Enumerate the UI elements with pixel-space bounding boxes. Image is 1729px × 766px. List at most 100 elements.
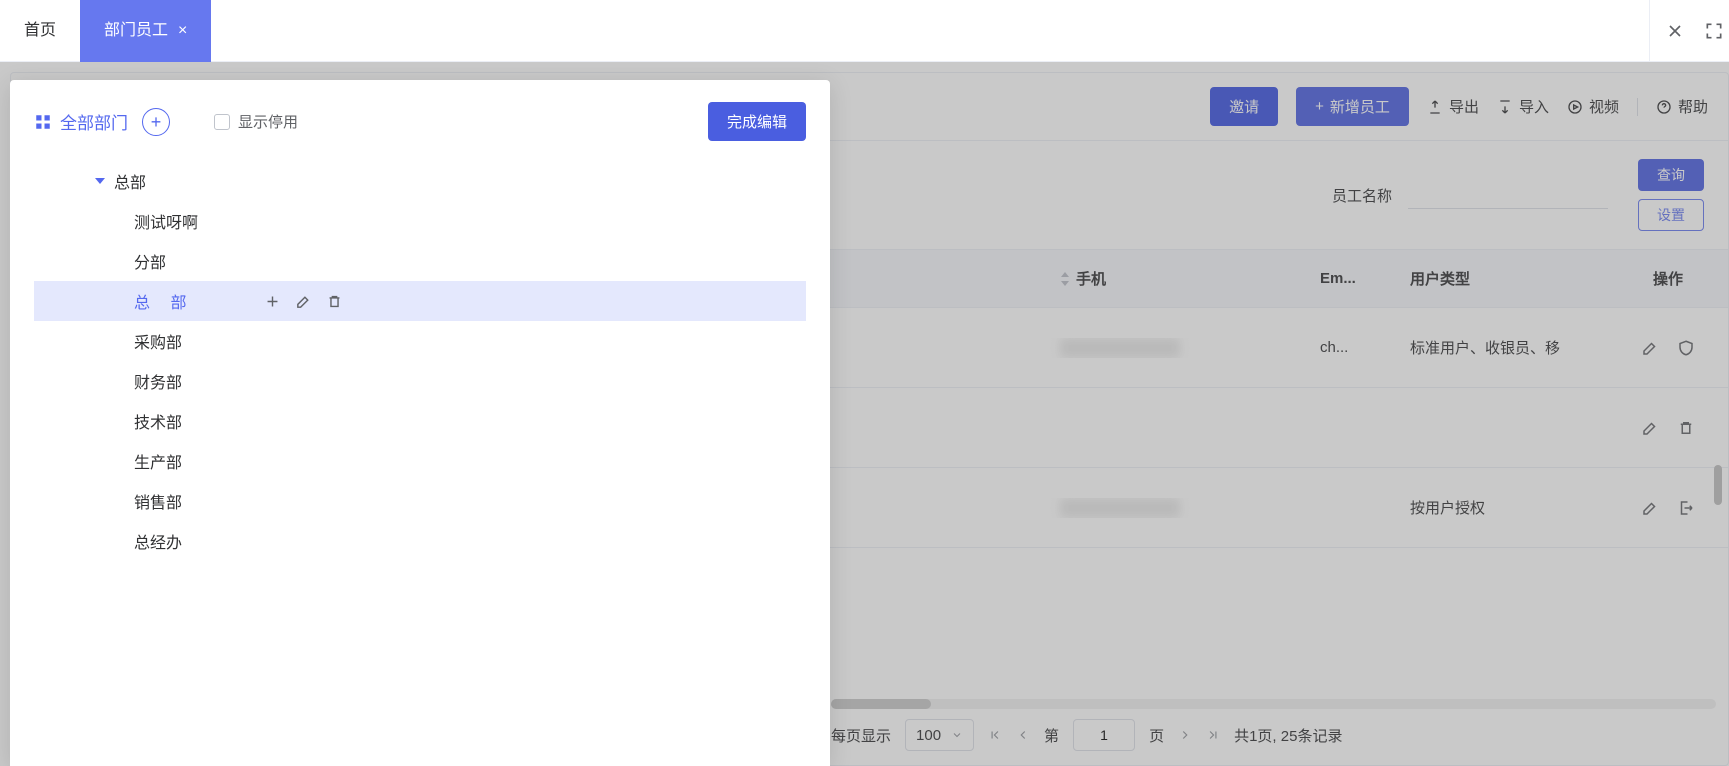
- add-employee-button[interactable]: + 新增员工: [1296, 87, 1409, 126]
- add-employee-label: 新增员工: [1330, 96, 1390, 117]
- shield-icon[interactable]: [1677, 339, 1695, 357]
- tree-node-label: 总经办: [134, 529, 182, 553]
- next-page-icon[interactable]: [1178, 728, 1192, 742]
- tree-node[interactable]: 分部: [34, 241, 806, 281]
- tabs-bar: 首页 部门员工 ×: [0, 0, 1729, 62]
- import-icon: [1497, 99, 1513, 115]
- tree-node[interactable]: 生产部: [34, 441, 806, 481]
- sort-icon: [1060, 272, 1070, 286]
- divider: [1637, 98, 1638, 116]
- col-user-type-label: 用户类型: [1410, 268, 1470, 289]
- col-email-label: Em...: [1320, 270, 1356, 287]
- grid-icon: [34, 113, 52, 131]
- tree-node-label: 测试呀啊: [134, 209, 198, 233]
- all-departments-button[interactable]: 全部部门: [34, 109, 128, 134]
- page-word-before: 第: [1044, 725, 1059, 746]
- edit-icon[interactable]: [1641, 499, 1659, 517]
- trash-icon[interactable]: [326, 293, 343, 310]
- tree-node[interactable]: 总经办: [34, 521, 806, 561]
- dept-tree-modal: 全部部门 + 显示停用 完成编辑 总部 测试呀啊分部总 部采购部财务部技术部生产…: [10, 80, 830, 766]
- tree-node[interactable]: 销售部: [34, 481, 806, 521]
- tab-dept-employee[interactable]: 部门员工 ×: [80, 0, 211, 62]
- import-button[interactable]: 导入: [1497, 96, 1549, 117]
- col-user-type[interactable]: 用户类型: [1398, 268, 1608, 289]
- plus-icon: +: [1315, 98, 1324, 115]
- tab-home[interactable]: 首页: [0, 0, 80, 62]
- tree-node-label: 财务部: [134, 369, 182, 393]
- show-disabled-label: 显示停用: [238, 111, 298, 132]
- tab-home-label: 首页: [24, 0, 56, 62]
- tree-node-root[interactable]: 总部: [34, 161, 806, 201]
- import-label: 导入: [1519, 96, 1549, 117]
- fullscreen-button[interactable]: [1699, 0, 1729, 62]
- page-input[interactable]: [1084, 727, 1124, 743]
- export-button[interactable]: 导出: [1427, 96, 1479, 117]
- help-button[interactable]: 帮助: [1656, 96, 1708, 117]
- horizontal-scrollbar-track[interactable]: [831, 699, 1716, 709]
- cell-user-type: 标准用户、收银员、移: [1398, 337, 1608, 358]
- x-icon: [1665, 21, 1685, 41]
- video-label: 视频: [1589, 96, 1619, 117]
- show-disabled-checkbox[interactable]: 显示停用: [214, 111, 298, 132]
- logout-icon[interactable]: [1677, 499, 1695, 517]
- cell-user-type: 按用户授权: [1398, 497, 1608, 518]
- finish-edit-button[interactable]: 完成编辑: [708, 102, 806, 141]
- fullscreen-icon: [1704, 21, 1724, 41]
- tree-node-label: 总 部: [134, 289, 194, 313]
- add-dept-button[interactable]: +: [142, 108, 170, 136]
- vertical-scrollbar[interactable]: [1714, 465, 1722, 505]
- employee-name-label: 员工名称: [1332, 185, 1392, 206]
- close-icon[interactable]: ×: [178, 0, 187, 62]
- edit-icon[interactable]: [1641, 339, 1659, 357]
- col-phone-label: 手机: [1076, 268, 1106, 289]
- edit-icon[interactable]: [295, 293, 312, 310]
- col-ops: 操作: [1608, 268, 1728, 289]
- chevron-down-icon: [951, 729, 963, 741]
- col-phone[interactable]: 手机: [1048, 268, 1308, 289]
- tree-node[interactable]: 采购部: [34, 321, 806, 361]
- invite-button[interactable]: 邀请: [1210, 87, 1278, 126]
- query-button[interactable]: 查询: [1638, 159, 1704, 191]
- all-departments-label: 全部部门: [60, 109, 128, 134]
- settings-button[interactable]: 设置: [1638, 199, 1704, 231]
- tree-node[interactable]: 财务部: [34, 361, 806, 401]
- tree-node-actions: [264, 293, 343, 310]
- export-label: 导出: [1449, 96, 1479, 117]
- employee-name-input[interactable]: [1408, 181, 1608, 209]
- last-page-icon[interactable]: [1206, 728, 1220, 742]
- page-size-value: 100: [916, 727, 941, 744]
- edit-icon[interactable]: [1641, 419, 1659, 437]
- col-ops-label: 操作: [1653, 268, 1683, 289]
- tree-node[interactable]: 技术部: [34, 401, 806, 441]
- page-size-select[interactable]: 100: [905, 719, 974, 751]
- tab-dept-employee-label: 部门员工: [104, 0, 168, 62]
- close-all-tabs-button[interactable]: [1649, 0, 1699, 62]
- prev-page-icon[interactable]: [1016, 728, 1030, 742]
- tree-node-label: 总部: [114, 169, 146, 193]
- tree-node[interactable]: 总 部: [34, 281, 806, 321]
- play-circle-icon: [1567, 99, 1583, 115]
- tree-node-label: 生产部: [134, 449, 182, 473]
- page-input-wrapper[interactable]: [1073, 719, 1135, 751]
- help-label: 帮助: [1678, 96, 1708, 117]
- question-circle-icon: [1656, 99, 1672, 115]
- horizontal-scrollbar-thumb[interactable]: [831, 699, 931, 709]
- page-word-after: 页: [1149, 725, 1164, 746]
- export-icon: [1427, 99, 1443, 115]
- dept-tree: 总部 测试呀啊分部总 部采购部财务部技术部生产部销售部总经办: [34, 161, 806, 561]
- plus-icon[interactable]: [264, 293, 281, 310]
- pagination: 每页显示 100 第 页 共1页, 25条记录: [831, 715, 1716, 755]
- col-email[interactable]: Em...: [1308, 270, 1398, 287]
- pager-summary: 共1页, 25条记录: [1234, 725, 1342, 746]
- checkbox-box: [214, 114, 230, 130]
- per-page-label: 每页显示: [831, 725, 891, 746]
- tree-node[interactable]: 测试呀啊: [34, 201, 806, 241]
- tree-node-label: 技术部: [134, 409, 182, 433]
- first-page-icon[interactable]: [988, 728, 1002, 742]
- redacted-phone: [1060, 498, 1180, 518]
- trash-icon[interactable]: [1677, 419, 1695, 437]
- caret-down-icon[interactable]: [94, 175, 106, 187]
- cell-email: ch...: [1308, 339, 1398, 356]
- tree-node-label: 销售部: [134, 489, 182, 513]
- video-button[interactable]: 视频: [1567, 96, 1619, 117]
